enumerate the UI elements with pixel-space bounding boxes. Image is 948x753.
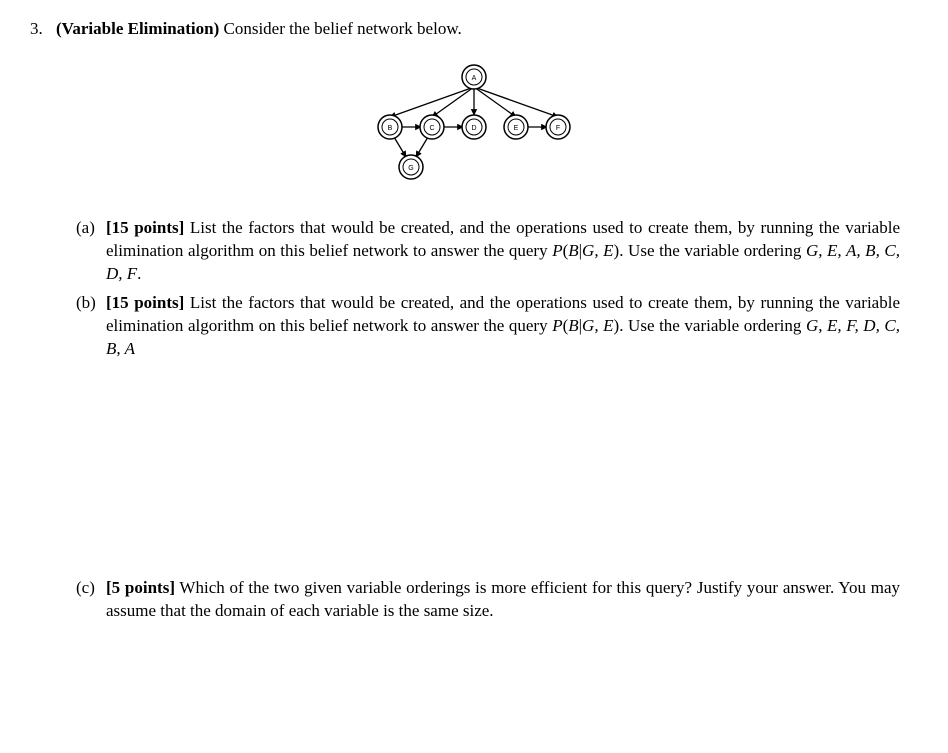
part-a-GE: G, E — [582, 241, 614, 260]
part-b-points: [15 points] — [106, 293, 184, 312]
part-b-text2: Use the variable ordering — [623, 316, 805, 335]
part-b-close: ). — [614, 316, 624, 335]
part-a-points: [15 points] — [106, 218, 184, 237]
part-b-P: P — [552, 316, 562, 335]
part-a-period: . — [137, 264, 141, 283]
node-f: F — [556, 125, 560, 132]
network-svg: A B C D E F G — [350, 61, 598, 189]
belief-network-diagram: A B C D E F G — [30, 61, 918, 189]
node-b: B — [388, 125, 393, 132]
part-b-label: (b) — [76, 292, 106, 361]
page: 3. (Variable Elimination) Consider the b… — [0, 0, 948, 753]
part-c-points: [5 points] — [106, 578, 175, 597]
part-c-label: (c) — [76, 577, 106, 623]
part-a-label: (a) — [76, 217, 106, 286]
part-b: (b) [15 points] List the factors that wo… — [76, 292, 900, 361]
part-a-B: B — [568, 241, 578, 260]
part-b-GE: G, E — [582, 316, 614, 335]
part-a-text2: Use the variable ordering — [623, 241, 805, 260]
part-a-close: ). — [614, 241, 624, 260]
node-g: G — [408, 165, 413, 172]
question-number: 3. — [30, 18, 56, 41]
part-c-body: [5 points] Which of the two given variab… — [106, 577, 900, 623]
part-c: (c) [5 points] Which of the two given va… — [76, 577, 900, 623]
question-line: (Variable Elimination) Consider the beli… — [56, 18, 462, 41]
part-a-body: [15 points] List the factors that would … — [106, 217, 900, 286]
node-c: C — [429, 125, 434, 132]
node-d: D — [471, 125, 476, 132]
question-title: (Variable Elimination) — [56, 19, 219, 38]
part-c-text: Which of the two given variable ordering… — [106, 578, 900, 620]
part-b-B: B — [568, 316, 578, 335]
part-b-body: [15 points] List the factors that would … — [106, 292, 900, 361]
part-a-P: P — [552, 241, 562, 260]
subparts: (a) [15 points] List the factors that wo… — [76, 217, 900, 623]
blank-space — [76, 367, 900, 577]
node-e: E — [514, 125, 519, 132]
question-header: 3. (Variable Elimination) Consider the b… — [30, 18, 918, 41]
part-a: (a) [15 points] List the factors that wo… — [76, 217, 900, 286]
question-prompt: Consider the belief network below. — [219, 19, 462, 38]
node-a: A — [472, 75, 477, 82]
